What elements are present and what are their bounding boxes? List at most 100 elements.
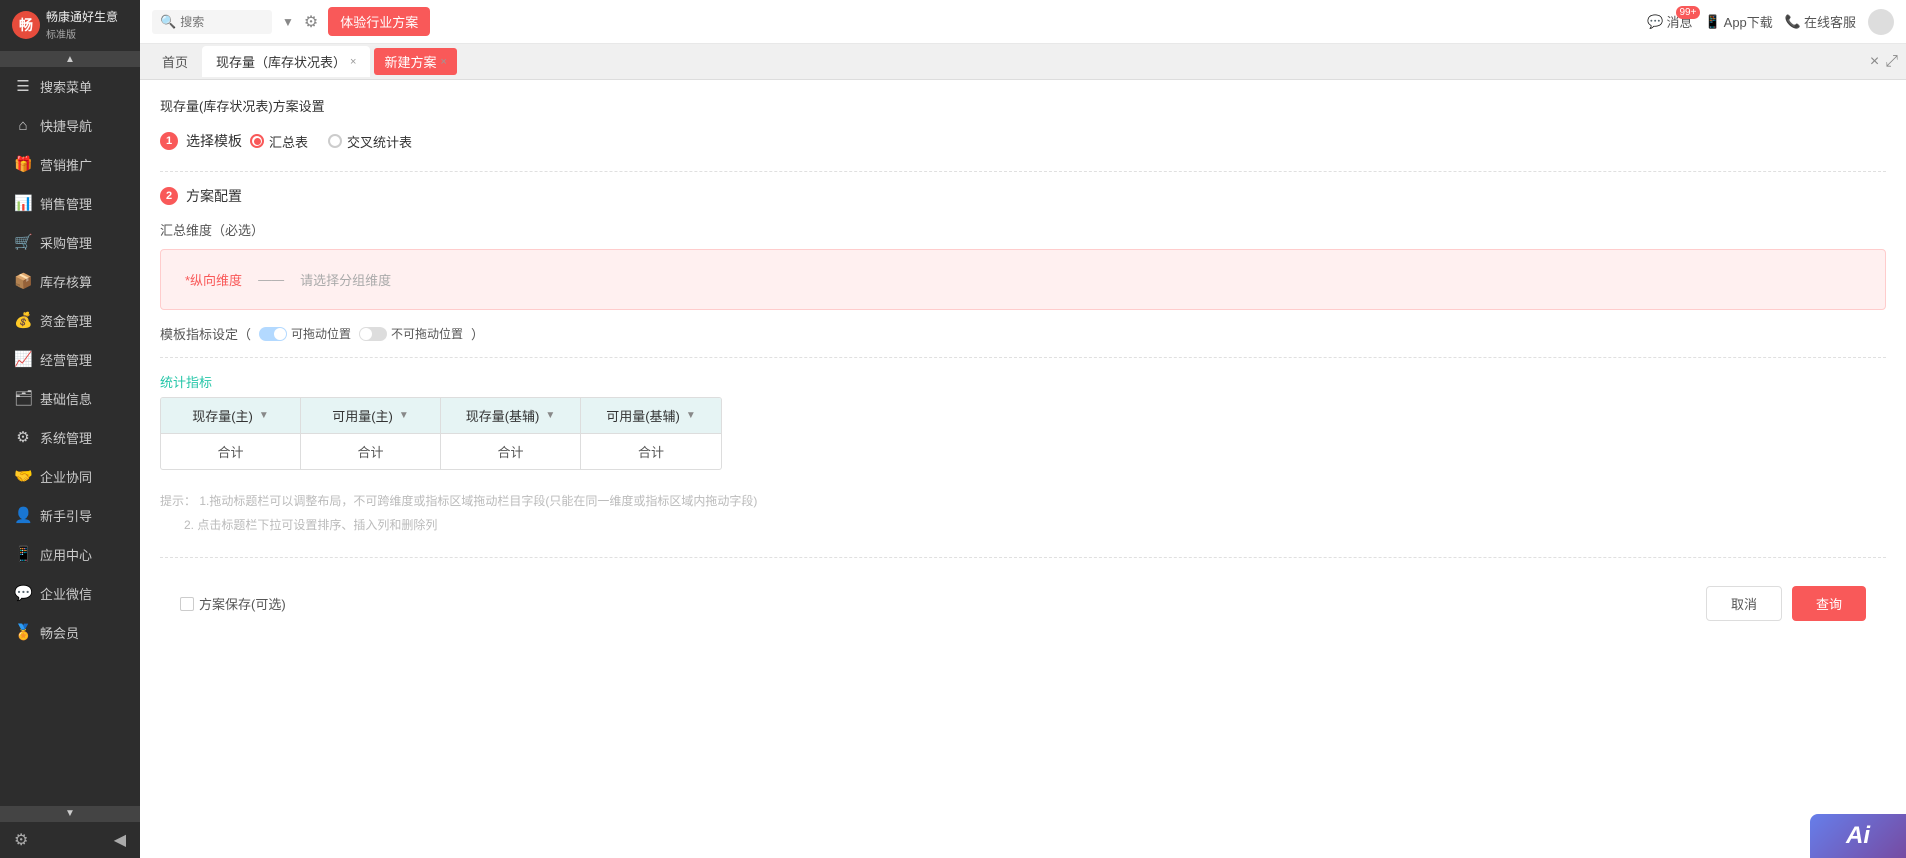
sidebar-scroll-up[interactable]: ▲ [0,52,140,67]
search-input[interactable] [180,15,260,29]
col-header-0[interactable]: 现存量(主) ▼ [161,398,301,433]
tab-window-controls: × ⤢ [1870,53,1898,71]
tab-inventory[interactable]: 现存量（库存状况表） × [202,46,370,77]
query-button[interactable]: 查询 [1792,586,1866,621]
radio-summary[interactable]: 汇总表 [250,132,308,151]
ai-badge[interactable]: Ai [1810,814,1906,858]
dim-placeholder: 请选择分组维度 [300,270,391,289]
col-body-2: 合计 [441,433,581,469]
quick-nav-icon: ⌂ [14,117,32,134]
sidebar-item-label: 销售管理 [40,194,92,213]
sidebar-logo-badge: 标准版 [46,26,118,41]
sidebar-item-label: 企业协同 [40,467,92,486]
col-header-1[interactable]: 可用量(主) ▼ [301,398,441,433]
section2-header: 2 方案配置 [160,186,1886,206]
topbar-gear-icon[interactable]: ⚙ [304,12,318,32]
wechat-icon: 💬 [14,584,32,602]
sidebar-scroll-down[interactable]: ▼ [0,806,140,821]
toggle-draggable-box[interactable] [259,327,287,341]
topbar-right: 💬 消息 99+ 📱 App下载 📞 在线客服 [1647,9,1894,35]
sidebar-item-purchase[interactable]: 🛒 采购管理 [0,223,140,262]
sidebar-item-inventory[interactable]: 📦 库存核算 [0,262,140,301]
sidebar-logo-text: 畅康通好生意 [46,10,118,26]
sidebar-item-search-menu[interactable]: ☰ 搜索菜单 [0,67,140,106]
tab-new-close[interactable]: × [440,56,446,68]
sidebar-item-app-center[interactable]: 📱 应用中心 [0,535,140,574]
sidebar-item-operations[interactable]: 📈 经营管理 [0,340,140,379]
topbar-app-download[interactable]: 📱 App下载 [1704,12,1772,31]
sidebar-logo-icon: 畅 [12,11,40,39]
sidebar-item-cooperation[interactable]: 🤝 企业协同 [0,457,140,496]
window-close-icon[interactable]: × [1870,53,1879,71]
radio-summary-circle [250,134,264,148]
col-header-2[interactable]: 现存量(基辅) ▼ [441,398,581,433]
settings-icon[interactable]: ⚙ [14,830,28,850]
sidebar-item-finance[interactable]: 💰 资金管理 [0,301,140,340]
sidebar-logo: 畅 畅康通好生意 标准版 [0,0,140,52]
inventory-icon: 📦 [14,272,32,290]
radio-cross[interactable]: 交叉统计表 [328,132,412,151]
sidebar-item-label: 采购管理 [40,233,92,252]
toggle-dot2 [360,328,372,340]
cancel-button[interactable]: 取消 [1706,586,1782,621]
industry-btn[interactable]: 体验行业方案 [328,7,430,36]
sidebar-item-new-guide[interactable]: 👤 新手引导 [0,496,140,535]
system-icon: ⚙ [14,428,32,446]
window-expand-icon[interactable]: ⤢ [1885,53,1898,71]
search-menu-icon: ☰ [14,77,32,95]
chevron-down-icon-3: ▼ [686,410,696,421]
footer-buttons: 取消 查询 [1706,586,1866,621]
topbar-avatar[interactable] [1868,9,1894,35]
topbar-message[interactable]: 💬 消息 99+ [1647,12,1692,31]
tab-new-scheme[interactable]: 新建方案 × [374,48,456,75]
col-body-0: 合计 [161,433,301,469]
section-template: 1 选择模板 汇总表 交叉统计表 [160,131,1886,151]
tips-area: 提示： 1.拖动标题栏可以调整布局，不可跨维度或指标区域拖动栏目字段(只能在同一… [160,489,1886,537]
radio-cross-circle [328,134,342,148]
section1-header: 1 选择模板 汇总表 交叉统计表 [160,131,1886,151]
col-header-3[interactable]: 可用量(基辅) ▼ [581,398,721,433]
toggle-not-draggable-box[interactable] [359,327,387,341]
sidebar-item-system[interactable]: ⚙ 系统管理 [0,418,140,457]
sidebar-item-sales[interactable]: 📊 销售管理 [0,184,140,223]
marketing-icon: 🎁 [14,155,32,173]
stats-label: 统计指标 [160,372,1886,391]
message-icon: 💬 [1647,14,1663,30]
tab-inventory-close[interactable]: × [350,56,356,68]
sidebar-item-basic-info[interactable]: 🗂 基础信息 [0,379,140,418]
stats-header: 现存量(主) ▼ 可用量(主) ▼ 现存量(基辅) ▼ 可用量(基辅) [161,398,721,433]
sidebar-item-wechat[interactable]: 💬 企业微信 [0,574,140,613]
sidebar-item-marketing[interactable]: 🎁 营销推广 [0,145,140,184]
basic-info-icon: 🗂 [14,389,32,407]
sidebar-item-member[interactable]: 🏅 畅会员 [0,613,140,652]
section1-title: 选择模板 [186,131,242,151]
sidebar-item-quick-nav[interactable]: ⌂ 快捷导航 [0,106,140,145]
finance-icon: 💰 [14,311,32,329]
tab-home[interactable]: 首页 [148,46,202,77]
topbar-search-box[interactable]: 🔍 [152,10,272,34]
dim-label: 汇总维度（必选） [160,220,1886,239]
message-badge: 99+ [1676,6,1701,19]
stats-body: 合计 合计 合计 合计 [161,433,721,469]
chevron-down-icon-0: ▼ [259,410,269,421]
topbar-dropdown-icon[interactable]: ▼ [282,15,294,29]
topbar-service[interactable]: 📞 在线客服 [1785,12,1856,31]
metrics-label: 模板指标设定（ 可拖动位置 不可拖动位置 ） [160,324,1886,343]
sidebar-item-label: 畅会员 [40,623,79,642]
member-icon: 🏅 [14,623,32,641]
step1-badge: 1 [160,132,178,150]
toggle-draggable: 可拖动位置 [259,325,351,342]
sidebar-item-label: 搜索菜单 [40,77,92,96]
cooperation-icon: 🤝 [14,467,32,485]
sidebar-toggle-icon[interactable]: ◀ [114,830,126,850]
dimension-box[interactable]: *纵向维度 —— 请选择分组维度 [160,249,1886,310]
chevron-down-icon-2: ▼ [545,410,555,421]
operations-icon: 📈 [14,350,32,368]
save-checkbox-label[interactable]: 方案保存(可选) [180,594,286,613]
save-checkbox[interactable] [180,597,194,611]
chevron-down-icon-1: ▼ [399,410,409,421]
new-guide-icon: 👤 [14,506,32,524]
section2-title: 方案配置 [186,186,242,206]
sidebar-bottom: ⚙ ◀ [0,821,140,858]
footer-bar: 方案保存(可选) 取消 查询 [160,572,1886,635]
